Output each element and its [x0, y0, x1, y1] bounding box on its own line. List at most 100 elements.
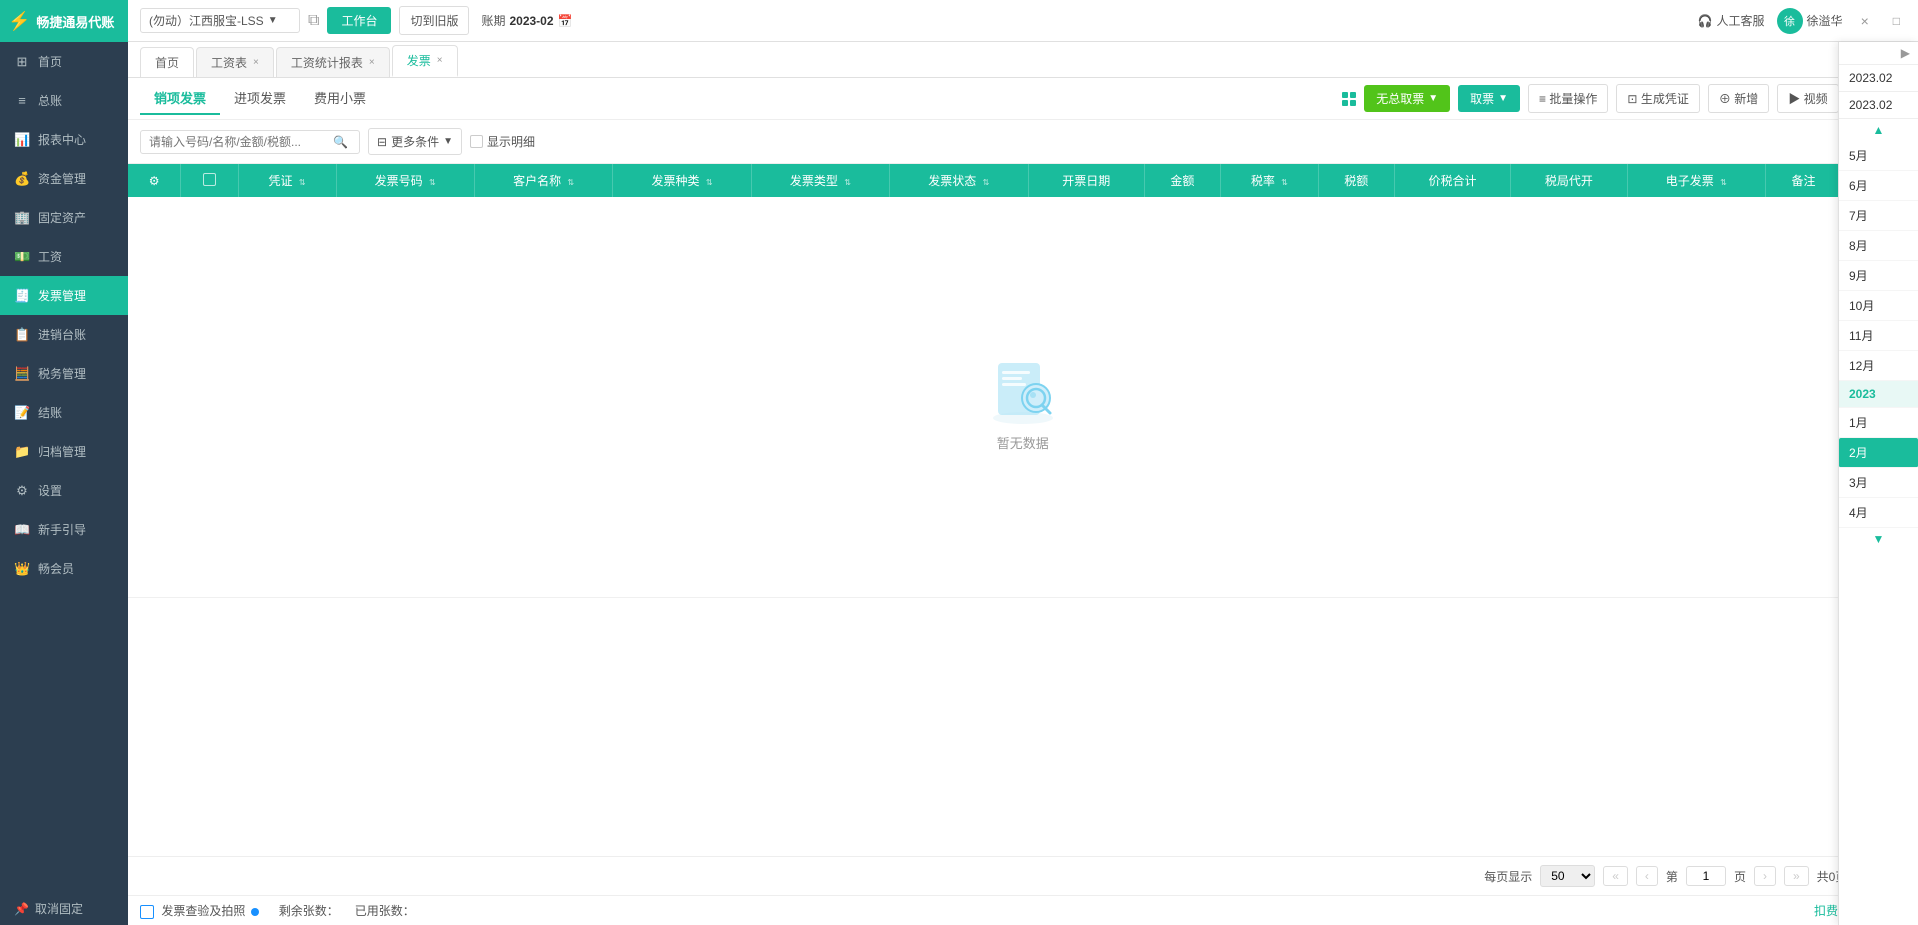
sidebar-item-archive[interactable]: 📁 归档管理 — [0, 432, 128, 471]
fund-icon: 💰 — [14, 171, 30, 187]
last-page-button[interactable]: » — [1784, 866, 1809, 886]
next-page-button[interactable]: › — [1754, 866, 1776, 886]
date-month-1[interactable]: 1月 — [1839, 408, 1918, 438]
sidebar-item-salary[interactable]: 💵 工资 — [0, 237, 128, 276]
date-panel-collapse-button[interactable]: ▶ — [1901, 46, 1910, 60]
pagination: 每页显示 50 20 100 « ‹ 第 页 › » 共0页，0条记录 — [128, 856, 1918, 895]
get-invoice-label: 取票 — [1470, 90, 1494, 107]
date-month-8[interactable]: 8月 — [1839, 231, 1918, 261]
new-button[interactable]: ⊕ 新增 — [1708, 84, 1769, 113]
date-month-7[interactable]: 7月 — [1839, 201, 1918, 231]
date-month-4[interactable]: 4月 — [1839, 498, 1918, 528]
col-invoice-no[interactable]: 发票号码 ⇅ — [336, 164, 474, 197]
maximize-button[interactable]: □ — [1887, 12, 1906, 30]
tab-payroll-report[interactable]: 工资统计报表 × — [276, 47, 390, 77]
tab-payroll-report-close[interactable]: × — [369, 57, 375, 68]
sidebar-item-invoice[interactable]: 🧾 发票管理 — [0, 276, 128, 315]
col-e-invoice[interactable]: 电子发票 ⇅ — [1627, 164, 1765, 197]
date-month-12[interactable]: 12月 — [1839, 351, 1918, 381]
user-info[interactable]: 徐 徐溢华 — [1777, 8, 1843, 34]
sidebar-unpin[interactable]: 📌 取消固定 — [0, 892, 128, 925]
bottom-bar: 发票查验及拍照 剩余张数： 已用张数： 扣费记录 去充值 — [128, 895, 1918, 925]
col-checkbox[interactable] — [181, 164, 238, 197]
show-detail-checkbox[interactable] — [470, 135, 483, 148]
sidebar-item-fund[interactable]: 💰 资金管理 — [0, 159, 128, 198]
sidebar-item-invoice-label: 发票管理 — [38, 287, 86, 304]
sidebar-item-tax[interactable]: 🧮 税务管理 — [0, 354, 128, 393]
asset-icon: 🏢 — [14, 210, 30, 226]
sidebar-item-report[interactable]: 📊 报表中心 — [0, 120, 128, 159]
sidebar-item-settlement[interactable]: 📝 结账 — [0, 393, 128, 432]
new-label: 新增 — [1734, 92, 1758, 106]
tab-payroll-close[interactable]: × — [253, 57, 259, 68]
company-selector[interactable]: (勿动）江西服宝-LSS ▼ — [140, 8, 300, 33]
filter-dropdown-icon: ▼ — [443, 136, 453, 147]
tab-invoice[interactable]: 发票 × — [392, 45, 458, 77]
content-area: 销项发票 进项发票 费用小票 无总取票 ▼ 取票 ▼ — [128, 78, 1918, 925]
report-icon: 📊 — [14, 132, 30, 148]
sidebar-item-member[interactable]: 👑 畅会员 — [0, 549, 128, 588]
col-invoice-type[interactable]: 发票种类 ⇅ — [613, 164, 751, 197]
generate-voucher-label: 生成凭证 — [1641, 92, 1689, 106]
tab-home[interactable]: 首页 — [140, 47, 194, 77]
no-vat-label: 无总取票 — [1376, 90, 1424, 107]
page-size-select[interactable]: 50 20 100 — [1540, 865, 1595, 887]
close-panel-button[interactable]: × — [1855, 11, 1875, 31]
date-month-6[interactable]: 6月 — [1839, 171, 1918, 201]
month-11-label: 11月 — [1849, 327, 1873, 344]
col-amount: 金额 — [1144, 164, 1220, 197]
page-input[interactable] — [1686, 866, 1726, 886]
grid-view-icon[interactable] — [1342, 92, 1356, 106]
search-input[interactable] — [149, 135, 329, 149]
calendar-icon[interactable]: 📅 — [558, 14, 573, 28]
scroll-up-button[interactable]: ▲ — [1839, 119, 1918, 141]
tab-payroll[interactable]: 工资表 × — [196, 47, 274, 77]
date-panel-date-2: 2023.02 — [1849, 98, 1892, 112]
prev-page-button[interactable]: ‹ — [1636, 866, 1658, 886]
video-button[interactable]: ▶ 视频 — [1777, 84, 1838, 113]
date-month-3[interactable]: 3月 — [1839, 468, 1918, 498]
sidebar-item-ledger[interactable]: ≡ 总账 — [0, 81, 128, 120]
subtab-sales-invoice[interactable]: 销项发票 — [140, 82, 220, 115]
date-panel: ▶ 2023.02 2023.02 ▲ 5月 6月 7月 8月 9月 10月 1 — [1838, 42, 1918, 925]
sidebar-item-asset[interactable]: 🏢 固定资产 — [0, 198, 128, 237]
subtab-purchase-invoice[interactable]: 进项发票 — [220, 82, 300, 115]
date-month-2-active[interactable]: 2月 — [1839, 438, 1918, 468]
subtab-expense-receipt[interactable]: 费用小票 — [300, 82, 380, 115]
date-month-5[interactable]: 5月 — [1839, 141, 1918, 171]
copy-icon[interactable]: ⧉ — [308, 12, 319, 30]
switch-version-button[interactable]: 切到旧版 — [399, 6, 469, 35]
show-detail-checkbox-label[interactable]: 显示明细 — [470, 133, 535, 150]
used-label: 已用张数： — [355, 902, 415, 919]
col-tax-rate[interactable]: 税率 ⇅ — [1220, 164, 1318, 197]
col-settings[interactable]: ⚙ — [128, 164, 181, 197]
sidebar-item-sales[interactable]: 📋 进销台账 — [0, 315, 128, 354]
col-status[interactable]: 发票状态 ⇅ — [890, 164, 1028, 197]
sidebar-item-guide[interactable]: 📖 新手引导 — [0, 510, 128, 549]
tab-invoice-label: 发票 — [407, 52, 431, 69]
customer-service-label: 人工客服 — [1717, 12, 1765, 29]
check-dot — [251, 908, 259, 916]
sidebar-item-home[interactable]: ⊞ 首页 — [0, 42, 128, 81]
col-tax-open: 税局代开 — [1511, 164, 1627, 197]
get-invoice-button[interactable]: 取票 ▼ — [1458, 85, 1520, 112]
batch-operation-button[interactable]: ≡ 批量操作 — [1528, 84, 1608, 113]
more-filter-button[interactable]: ⊟ 更多条件 ▼ — [368, 128, 462, 155]
date-month-10[interactable]: 10月 — [1839, 291, 1918, 321]
search-box[interactable]: 🔍 — [140, 130, 360, 154]
no-vat-button[interactable]: 无总取票 ▼ — [1364, 85, 1450, 112]
customer-service-btn[interactable]: 🎧 人工客服 — [1698, 12, 1765, 29]
scroll-down-button[interactable]: ▼ — [1839, 528, 1918, 550]
generate-voucher-button[interactable]: ⊡ 生成凭证 — [1616, 84, 1699, 113]
new-icon: ⊕ — [1719, 92, 1731, 106]
date-panel-period-2: 2023.02 — [1839, 92, 1918, 119]
first-page-button[interactable]: « — [1603, 866, 1628, 886]
date-month-9[interactable]: 9月 — [1839, 261, 1918, 291]
col-customer[interactable]: 客户名称 ⇅ — [474, 164, 612, 197]
col-bill-type[interactable]: 发票类型 ⇅ — [751, 164, 889, 197]
workspace-button[interactable]: 工作台 — [327, 7, 391, 34]
col-voucher[interactable]: 凭证 ⇅ — [238, 164, 336, 197]
sidebar-item-settings[interactable]: ⚙ 设置 — [0, 471, 128, 510]
tab-invoice-close[interactable]: × — [437, 55, 443, 66]
date-month-11[interactable]: 11月 — [1839, 321, 1918, 351]
